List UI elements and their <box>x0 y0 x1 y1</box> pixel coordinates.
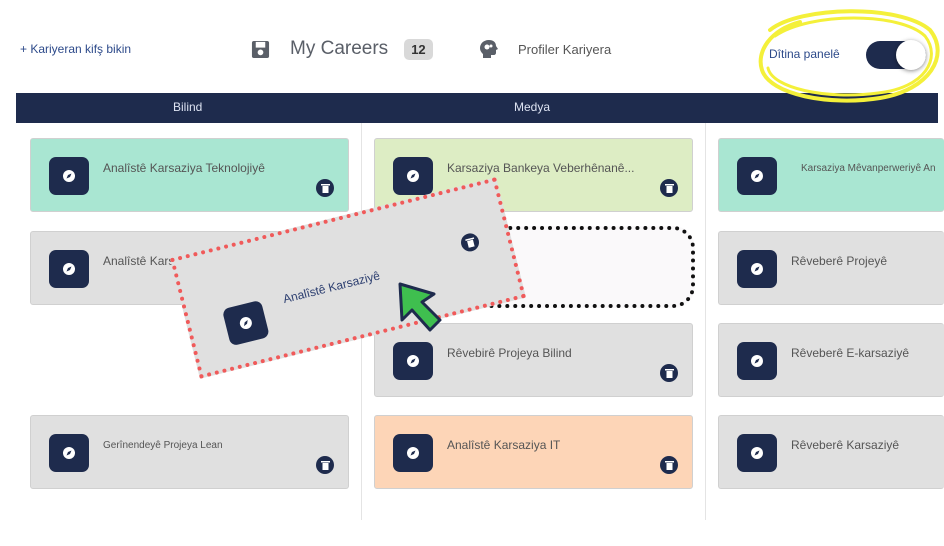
column-header-high: Bilind <box>173 100 203 114</box>
compass-icon <box>737 434 777 472</box>
trash-icon[interactable] <box>316 456 334 474</box>
compass-icon <box>737 157 777 195</box>
career-card[interactable]: Analîstê Karsaziya IT <box>374 415 693 489</box>
card-title: Rêveberê Projeyê <box>791 254 888 268</box>
compass-icon <box>221 299 270 347</box>
column-divider <box>705 123 706 520</box>
careers-count-badge: 12 <box>404 38 433 60</box>
career-card[interactable]: Karsaziya Mêvanperweriyê An <box>718 138 944 212</box>
card-title: Karsaziya Mêvanperweriyê An <box>801 163 936 174</box>
career-card[interactable]: Rêveberê Karsaziyê <box>718 415 944 489</box>
card-title: Rêveberê Karsaziyê <box>791 438 900 452</box>
card-title: Rêvebirê Projeya Bilind <box>447 346 572 360</box>
compass-icon <box>737 342 777 380</box>
column-header-bar: Bilind Medya <box>16 93 938 123</box>
cursor-arrow-icon <box>398 282 442 332</box>
compass-icon <box>49 434 89 472</box>
profiler-label: Profiler Kariyera <box>518 41 612 57</box>
career-profiler-link[interactable]: Profiler Kariyera <box>478 38 611 60</box>
dashboard-toggle[interactable] <box>866 40 926 70</box>
career-card[interactable]: Rêveberê E-karsaziyê <box>718 323 944 397</box>
dragged-card-title: Analîstê Karsaziyê <box>281 268 382 307</box>
card-title: Analîstê Karsaziya Teknolojiyê <box>103 161 265 175</box>
trash-icon[interactable] <box>316 179 334 197</box>
career-card[interactable]: Rêveberê Projeyê <box>718 231 944 305</box>
card-title: Rêveberê E-karsaziyê <box>791 346 910 360</box>
my-careers-header[interactable]: My Careers 12 <box>251 38 433 60</box>
brain-icon <box>480 40 498 58</box>
compass-icon <box>393 157 433 195</box>
card-title: Analîstê Karsaziya IT <box>447 438 561 452</box>
column-header-medium: Medya <box>514 100 551 114</box>
career-card[interactable]: Analîstê Karsaziya Teknolojiyê <box>30 138 349 212</box>
compass-icon <box>393 342 433 380</box>
add-careers-link[interactable]: + Kariyeran kifş bikin <box>20 42 131 56</box>
compass-icon <box>49 250 89 288</box>
trash-icon[interactable] <box>660 179 678 197</box>
trash-icon[interactable] <box>660 456 678 474</box>
dashboard-toggle-label: Dîtina panelê <box>769 47 840 61</box>
toggle-knob[interactable] <box>896 40 926 70</box>
save-icon <box>251 40 270 58</box>
compass-icon <box>49 157 89 195</box>
trash-icon[interactable] <box>660 364 678 382</box>
compass-icon <box>737 250 777 288</box>
compass-icon <box>393 434 433 472</box>
trash-icon[interactable] <box>459 231 481 254</box>
card-title: Karsaziya Bankeya Veberhênanê... <box>447 161 635 175</box>
career-card[interactable]: Gerînendeyê Projeya Lean <box>30 415 349 489</box>
my-careers-label: My Careers <box>290 38 389 59</box>
card-title: Gerînendeyê Projeya Lean <box>103 440 223 451</box>
